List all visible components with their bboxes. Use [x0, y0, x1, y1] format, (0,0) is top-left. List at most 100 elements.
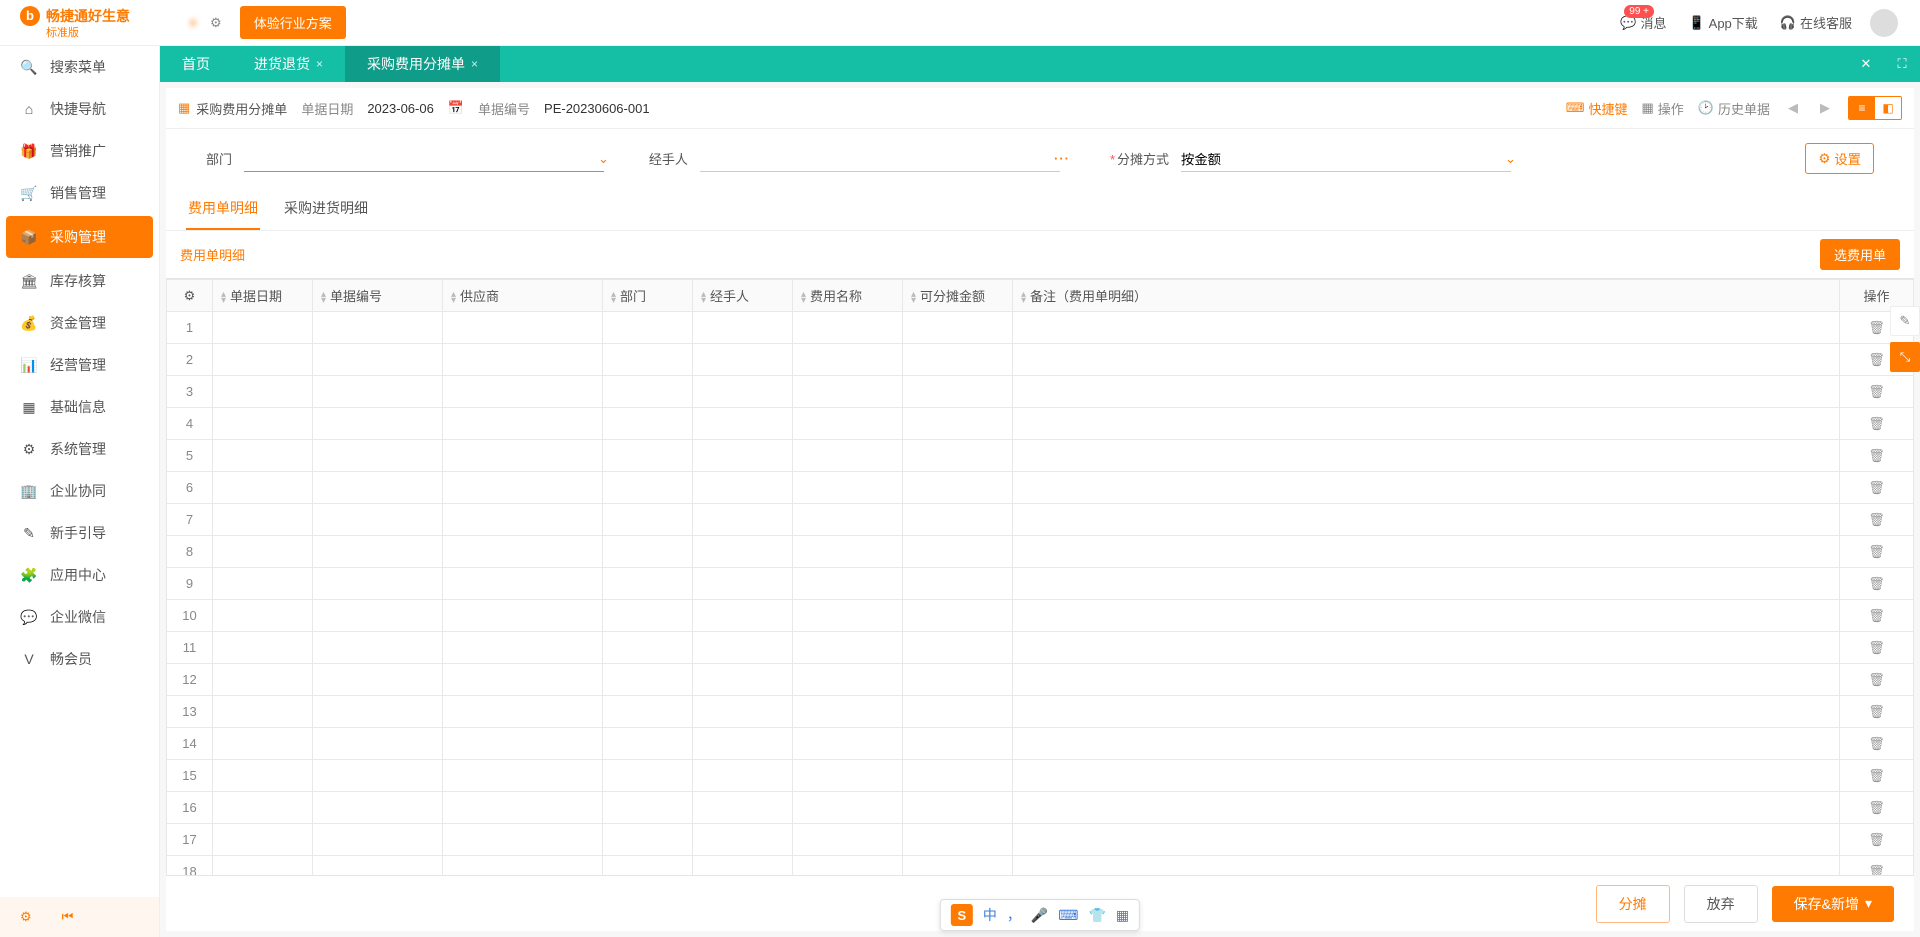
- table-row[interactable]: 2🗑: [167, 344, 1914, 376]
- trash-icon[interactable]: 🗑: [1868, 320, 1885, 335]
- table-row[interactable]: 5🗑: [167, 440, 1914, 472]
- next-doc-button[interactable]: ▶: [1816, 100, 1834, 116]
- department-field[interactable]: 部门 ⌄: [206, 146, 609, 172]
- close-icon[interactable]: ×: [471, 57, 478, 71]
- sidebar-item-11[interactable]: ✎新手引导: [0, 512, 159, 554]
- mic-icon[interactable]: 🎤: [1031, 907, 1048, 924]
- history-link[interactable]: 🕑历史单据: [1698, 99, 1770, 118]
- table-row[interactable]: 10🗑: [167, 600, 1914, 632]
- org-selector[interactable]: ▾: [180, 16, 196, 30]
- trash-icon[interactable]: 🗑: [1868, 512, 1885, 527]
- sidebar-item-7[interactable]: 📊经营管理: [0, 344, 159, 386]
- collapse-icon[interactable]: ⏮: [62, 909, 74, 925]
- trash-icon[interactable]: 🗑: [1868, 448, 1885, 463]
- trash-icon[interactable]: 🗑: [1868, 544, 1885, 559]
- sidebar-item-13[interactable]: 💬企业微信: [0, 596, 159, 638]
- close-icon[interactable]: ×: [316, 57, 323, 71]
- trash-icon[interactable]: 🗑: [1868, 672, 1885, 687]
- select-expense-button[interactable]: 选费用单: [1820, 239, 1900, 270]
- sidebar-item-4[interactable]: 📦采购管理: [6, 216, 153, 258]
- trash-icon[interactable]: 🗑: [1868, 832, 1885, 847]
- online-service-link[interactable]: 🎧 在线客服: [1780, 13, 1852, 32]
- trash-icon[interactable]: 🗑: [1868, 768, 1885, 783]
- expand-rail-button[interactable]: ⤡: [1890, 342, 1920, 372]
- discard-button[interactable]: 放弃: [1684, 885, 1758, 923]
- view-list-button[interactable]: ≡: [1849, 97, 1875, 119]
- handler-input[interactable]: [700, 146, 1060, 172]
- trash-icon[interactable]: 🗑: [1868, 608, 1885, 623]
- column-header[interactable]: ▴▾经手人: [693, 280, 793, 312]
- trial-button[interactable]: 体验行业方案: [240, 6, 346, 39]
- operate-link[interactable]: ▦操作: [1641, 99, 1683, 118]
- trash-icon[interactable]: 🗑: [1868, 800, 1885, 815]
- trash-icon[interactable]: 🗑: [1868, 352, 1885, 367]
- sidebar-item-10[interactable]: 🏢企业协同: [0, 470, 159, 512]
- column-settings[interactable]: ⚙: [167, 280, 213, 312]
- more-icon[interactable]: ···: [1054, 151, 1070, 166]
- chevron-down-icon[interactable]: ⌄: [1505, 151, 1516, 167]
- table-row[interactable]: 3🗑: [167, 376, 1914, 408]
- messages-link[interactable]: 💬 99 + 消息: [1620, 13, 1666, 32]
- trash-icon[interactable]: 🗑: [1868, 736, 1885, 751]
- save-and-new-button[interactable]: 保存&新增▾: [1772, 886, 1894, 922]
- toolbox-icon[interactable]: ▦: [1116, 907, 1129, 924]
- trash-icon[interactable]: 🗑: [1868, 864, 1885, 876]
- trash-icon[interactable]: 🗑: [1868, 384, 1885, 399]
- ime-toolbar[interactable]: S 中 ， 🎤 ⌨ 👕 ▦: [940, 899, 1140, 931]
- sidebar-item-9[interactable]: ⚙系统管理: [0, 428, 159, 470]
- table-row[interactable]: 11🗑: [167, 632, 1914, 664]
- settings-button[interactable]: ⚙设置: [1805, 143, 1874, 174]
- tab-2[interactable]: 采购费用分摊单×: [345, 46, 500, 82]
- table-row[interactable]: 18🗑: [167, 856, 1914, 876]
- table-row[interactable]: 17🗑: [167, 824, 1914, 856]
- table-row[interactable]: 1🗑: [167, 312, 1914, 344]
- method-input[interactable]: [1181, 146, 1511, 172]
- inner-tab-0[interactable]: 费用单明细: [186, 192, 260, 230]
- table-row[interactable]: 16🗑: [167, 792, 1914, 824]
- column-header[interactable]: ▴▾部门: [603, 280, 693, 312]
- allocate-button[interactable]: 分摊: [1596, 885, 1670, 923]
- keyboard-icon[interactable]: ⌨: [1058, 907, 1078, 924]
- avatar[interactable]: [1870, 9, 1898, 37]
- table-row[interactable]: 7🗑: [167, 504, 1914, 536]
- column-header[interactable]: ▴▾单据日期: [213, 280, 313, 312]
- ime-lang[interactable]: 中: [983, 905, 997, 925]
- skin-icon[interactable]: 👕: [1088, 907, 1105, 924]
- table-row[interactable]: 8🗑: [167, 536, 1914, 568]
- sidebar-item-6[interactable]: 💰资金管理: [0, 302, 159, 344]
- method-field[interactable]: *分摊方式 ⌄: [1110, 146, 1516, 172]
- chevron-down-icon[interactable]: ⌄: [598, 151, 609, 167]
- inner-tab-1[interactable]: 采购进货明细: [282, 192, 370, 230]
- table-row[interactable]: 15🗑: [167, 760, 1914, 792]
- table-row[interactable]: 13🗑: [167, 696, 1914, 728]
- sidebar-item-12[interactable]: 🧩应用中心: [0, 554, 159, 596]
- app-download-link[interactable]: 📱 App下载: [1688, 13, 1757, 32]
- sidebar-item-8[interactable]: ▦基础信息: [0, 386, 159, 428]
- view-card-button[interactable]: ◧: [1875, 97, 1901, 119]
- trash-icon[interactable]: 🗑: [1868, 576, 1885, 591]
- gear-icon[interactable]: ⚙: [210, 15, 222, 31]
- sidebar-item-5[interactable]: 🏛库存核算: [0, 260, 159, 302]
- trash-icon[interactable]: 🗑: [1868, 640, 1885, 655]
- trash-icon[interactable]: 🗑: [1868, 704, 1885, 719]
- sidebar-item-14[interactable]: V畅会员: [0, 638, 159, 680]
- edit-rail-button[interactable]: ✎: [1890, 306, 1920, 336]
- date-value[interactable]: 2023-06-06: [367, 101, 434, 116]
- column-header[interactable]: ▴▾可分摊金额: [903, 280, 1013, 312]
- ime-punct[interactable]: ，: [1007, 905, 1021, 925]
- tab-0[interactable]: 首页: [160, 46, 232, 82]
- column-header[interactable]: ▴▾备注（费用单明细）: [1013, 280, 1840, 312]
- prev-doc-button[interactable]: ◀: [1784, 100, 1802, 116]
- table-row[interactable]: 9🗑: [167, 568, 1914, 600]
- close-all-tabs-button[interactable]: ✕: [1848, 46, 1884, 82]
- settings-icon[interactable]: ⚙: [20, 909, 32, 925]
- sidebar-item-0[interactable]: 🔍搜索菜单: [0, 46, 159, 88]
- sidebar-item-3[interactable]: 🛒销售管理: [0, 172, 159, 214]
- shortcut-link[interactable]: ⌨快捷键: [1566, 99, 1628, 118]
- fullscreen-button[interactable]: ⛶: [1884, 46, 1920, 82]
- calendar-icon[interactable]: 📅: [448, 100, 464, 116]
- table-row[interactable]: 14🗑: [167, 728, 1914, 760]
- table-row[interactable]: 6🗑: [167, 472, 1914, 504]
- column-header[interactable]: ▴▾费用名称: [793, 280, 903, 312]
- column-header[interactable]: ▴▾供应商: [443, 280, 603, 312]
